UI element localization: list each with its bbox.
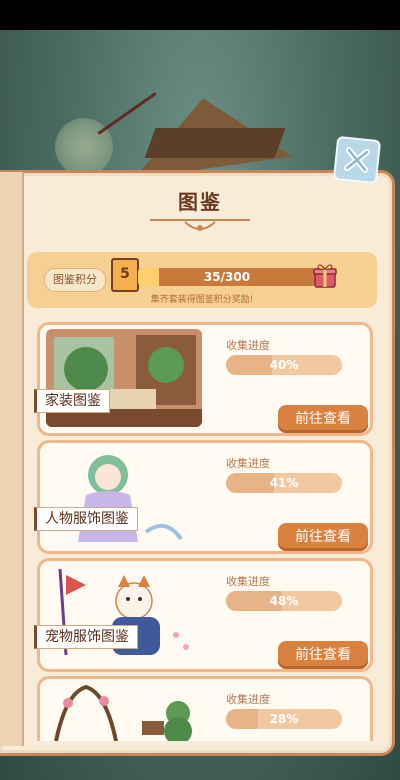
book-icon: 5 bbox=[111, 258, 139, 292]
collection-card-character[interactable]: 人物服饰图鉴 收集进度 41% 前往查看 bbox=[34, 440, 373, 554]
collection-card-home[interactable]: 家装图鉴 收集进度 40% 前往查看 bbox=[34, 322, 373, 436]
progress-bar: 28% bbox=[226, 709, 342, 729]
close-button[interactable] bbox=[332, 135, 382, 185]
garden-illustration bbox=[46, 683, 202, 741]
card-title: 家装图鉴 bbox=[34, 389, 110, 413]
progress-text: 28% bbox=[269, 712, 299, 726]
progress-text: 40% bbox=[269, 358, 299, 372]
score-hint: 集齐套装得图鉴积分奖励! bbox=[150, 295, 254, 305]
progress-text: 48% bbox=[269, 594, 299, 608]
status-bar bbox=[0, 0, 400, 30]
title-ornament-icon bbox=[150, 219, 250, 231]
page-title: 图鉴 bbox=[178, 190, 222, 214]
score-progress-bar: 35/300 bbox=[138, 268, 316, 286]
score-label: 图鉴积分 bbox=[44, 268, 106, 292]
progress-label: 收集进度 bbox=[226, 457, 270, 470]
progress-text: 41% bbox=[269, 476, 299, 490]
card-title: 宠物服饰图鉴 bbox=[34, 625, 138, 649]
roof-decoration-2 bbox=[144, 128, 286, 158]
panel-side-strip bbox=[0, 172, 24, 746]
collection-card-pet[interactable]: 宠物服饰图鉴 收集进度 48% 前往查看 bbox=[34, 558, 373, 672]
view-button[interactable]: 前往查看 bbox=[278, 641, 368, 669]
gift-icon[interactable] bbox=[313, 262, 337, 288]
collection-card-garden[interactable]: 收集进度 28% bbox=[37, 676, 373, 741]
progress-bar: 41% bbox=[226, 473, 342, 493]
view-button[interactable]: 前往查看 bbox=[278, 405, 368, 433]
progress-label: 收集进度 bbox=[226, 339, 270, 352]
progress-label: 收集进度 bbox=[226, 693, 270, 706]
progress-label: 收集进度 bbox=[226, 575, 270, 588]
score-progress-text: 35/300 bbox=[203, 270, 251, 284]
close-icon bbox=[344, 147, 370, 173]
progress-bar: 48% bbox=[226, 591, 342, 611]
card-title: 人物服饰图鉴 bbox=[34, 507, 138, 531]
progress-bar: 40% bbox=[226, 355, 342, 375]
view-button[interactable]: 前往查看 bbox=[278, 523, 368, 551]
